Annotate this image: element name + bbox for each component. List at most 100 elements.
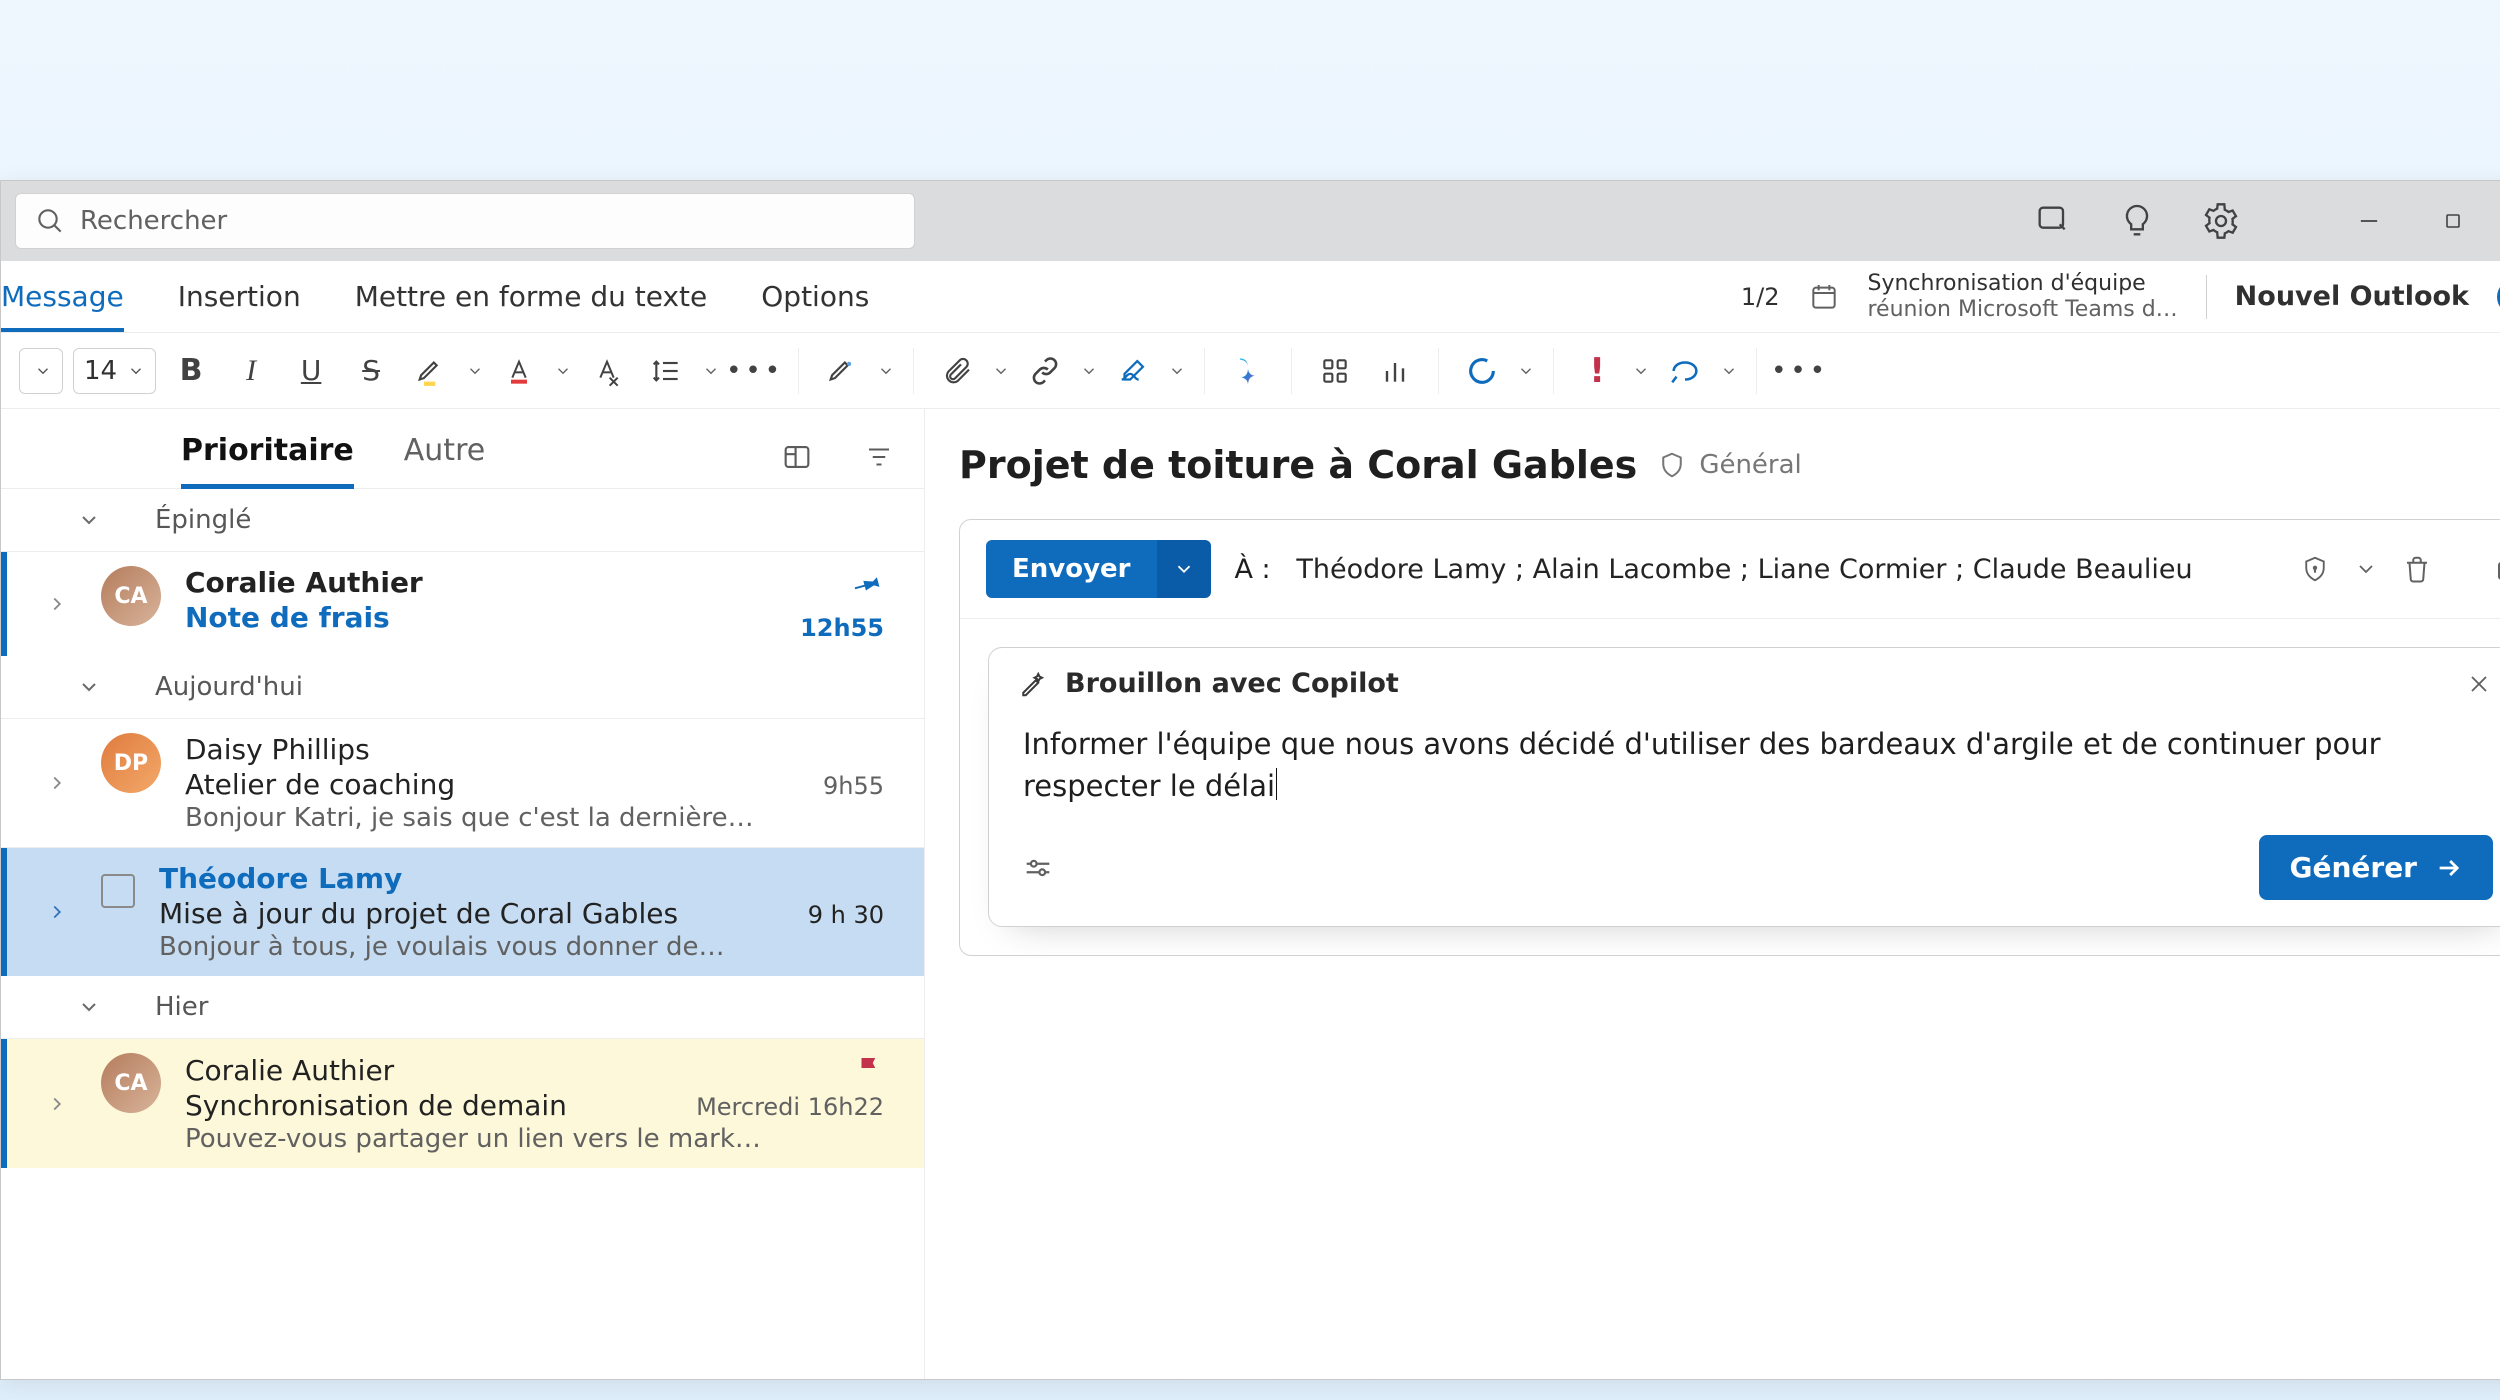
arrow-right-icon [2435, 854, 2463, 882]
clear-formatting-button[interactable] [582, 346, 632, 396]
mail-item-pinned-0[interactable]: CA Coralie Authier Note de frais 12h55 [1, 551, 924, 656]
recipients-text: Théodore Lamy ; Alain Lacombe ; Liane Co… [1296, 554, 2192, 585]
signature-button[interactable] [1108, 346, 1158, 396]
importance-high-button[interactable]: ! [1572, 346, 1622, 396]
underline-button[interactable]: U [286, 346, 336, 396]
popout-icon[interactable] [2494, 554, 2500, 584]
mail-time: 12h55 [800, 608, 884, 642]
bold-button[interactable]: B [166, 346, 216, 396]
calendar-icon[interactable] [1808, 281, 1840, 313]
mail-preview: Bonjour à tous, je voulais vous donner d… [159, 932, 884, 962]
font-color-button[interactable] [494, 346, 544, 396]
more-formatting-button[interactable]: ••• [730, 346, 780, 396]
apps-icon[interactable] [1310, 346, 1360, 396]
menu-message[interactable]: Message [1, 262, 124, 331]
font-color-chevron[interactable] [554, 362, 572, 380]
line-spacing-button[interactable] [642, 346, 692, 396]
group-pinned[interactable]: Épinglé [1, 489, 924, 551]
window-minimize[interactable] [2339, 197, 2399, 245]
tab-other[interactable]: Autre [404, 433, 485, 488]
loop-chevron[interactable] [1517, 362, 1535, 380]
mail-item-today-1[interactable]: Théodore Lamy Mise à jour du projet de C… [1, 847, 924, 976]
mail-subject: Note de frais [185, 601, 776, 634]
mail-list-tabs: Prioritaire Autre [1, 409, 924, 489]
upcoming-event[interactable]: Synchronisation d'équipe réunion Microso… [1868, 271, 2178, 322]
font-size-value: 14 [84, 356, 117, 386]
titlebar: Rechercher [1, 181, 2500, 261]
pin-icon[interactable] [850, 566, 884, 604]
compose-card: Envoyer À : Théodore Lamy ; Alain Lacomb… [959, 519, 2500, 956]
highlight-button[interactable] [406, 346, 456, 396]
strikethrough-button[interactable]: S [346, 346, 396, 396]
line-spacing-chevron[interactable] [702, 362, 720, 380]
group-today[interactable]: Aujourd'hui [1, 656, 924, 718]
tab-focused[interactable]: Prioritaire [181, 433, 354, 488]
tips-icon[interactable] [2107, 197, 2167, 245]
highlight-chevron[interactable] [466, 362, 484, 380]
link-button[interactable] [1020, 346, 1070, 396]
text-caret [1276, 768, 1277, 800]
mail-checkbox[interactable] [101, 874, 135, 908]
font-family-picker[interactable] [19, 348, 63, 394]
font-size-picker[interactable]: 14 [73, 348, 156, 394]
copilot-icon[interactable] [1223, 346, 1273, 396]
filter-icon[interactable] [864, 442, 894, 480]
menu-options[interactable]: Options [761, 262, 869, 331]
copilot-card: Brouillon avec Copilot Informer l'équipe… [988, 647, 2500, 927]
mail-time: 9h55 [823, 766, 884, 801]
copilot-header: Brouillon avec Copilot [989, 648, 2500, 719]
mail-time: 9 h 30 [808, 895, 884, 930]
outlook-window: Rechercher Message Insertion Mettre en f… [0, 180, 2500, 1380]
loop-icon[interactable] [1457, 346, 1507, 396]
send-options-chevron[interactable] [1157, 540, 1211, 598]
styles-button[interactable] [817, 346, 867, 396]
menubar-right: 1/2 Synchronisation d'équipe réunion Mic… [1741, 271, 2500, 322]
discard-icon[interactable] [2402, 554, 2432, 584]
window-maximize[interactable] [2423, 197, 2483, 245]
ribbon: 14 B I U S ••• [1, 333, 2500, 409]
poll-icon[interactable] [1370, 346, 1420, 396]
search-input[interactable]: Rechercher [15, 193, 915, 249]
recipients-field[interactable]: À : Théodore Lamy ; Alain Lacombe ; Lian… [1235, 554, 2193, 585]
mail-preview: Bonjour Katri, je sais que c'est la dern… [185, 803, 884, 833]
to-label: À : [1235, 554, 1271, 585]
sensitivity-badge[interactable]: Général [1657, 450, 1801, 480]
mail-subject: Mise à jour du projet de Coral Gables [159, 897, 678, 930]
compose-more-chevron[interactable] [2354, 557, 2378, 581]
attach-button[interactable] [932, 346, 982, 396]
menu-format-text[interactable]: Mettre en forme du texte [355, 262, 708, 331]
importance-chevron[interactable] [1632, 362, 1650, 380]
mail-item-today-0[interactable]: DP Daisy Phillips Atelier de coaching 9h… [1, 718, 924, 847]
event-title: Synchronisation d'équipe [1868, 271, 2178, 296]
ribbon-more-button[interactable]: ••• [1775, 346, 1825, 396]
flag-icon[interactable] [854, 1053, 884, 1087]
adjust-icon[interactable] [1021, 851, 1055, 885]
sensitivity-chevron[interactable] [1720, 362, 1738, 380]
link-chevron[interactable] [1080, 362, 1098, 380]
generate-button[interactable]: Générer [2259, 835, 2493, 900]
settings-icon[interactable] [2191, 197, 2251, 245]
copilot-prompt-text: Informer l'équipe que nous avons décidé … [1023, 727, 2381, 803]
group-yesterday[interactable]: Hier [1, 976, 924, 1038]
new-outlook-label: Nouvel Outlook [2235, 281, 2469, 312]
encrypt-icon[interactable] [2300, 554, 2330, 584]
search-placeholder: Rechercher [80, 206, 227, 236]
flag-action-icon[interactable] [2023, 197, 2083, 245]
reading-pane-icon[interactable] [780, 440, 814, 482]
styles-chevron[interactable] [877, 362, 895, 380]
copilot-close-icon[interactable] [2465, 670, 2493, 698]
attach-chevron[interactable] [992, 362, 1010, 380]
copilot-prompt-field[interactable]: Informer l'équipe que nous avons décidé … [989, 719, 2500, 835]
signature-chevron[interactable] [1168, 362, 1186, 380]
send-row: Envoyer À : Théodore Lamy ; Alain Lacomb… [960, 520, 2500, 619]
sensitivity-button[interactable] [1660, 346, 1710, 396]
menu-insertion[interactable]: Insertion [178, 262, 301, 331]
italic-button[interactable]: I [226, 346, 276, 396]
reading-pane: Projet de toiture à Coral Gables Général… [925, 409, 2500, 1379]
group-pinned-label: Épinglé [155, 505, 251, 535]
mail-sender: Daisy Phillips [185, 733, 884, 766]
mail-sender: Théodore Lamy [159, 862, 884, 895]
send-button[interactable]: Envoyer [986, 540, 1211, 598]
separator [2206, 275, 2207, 319]
mail-item-yesterday-0[interactable]: CA Coralie Authier Synchronisation de de… [1, 1038, 924, 1168]
